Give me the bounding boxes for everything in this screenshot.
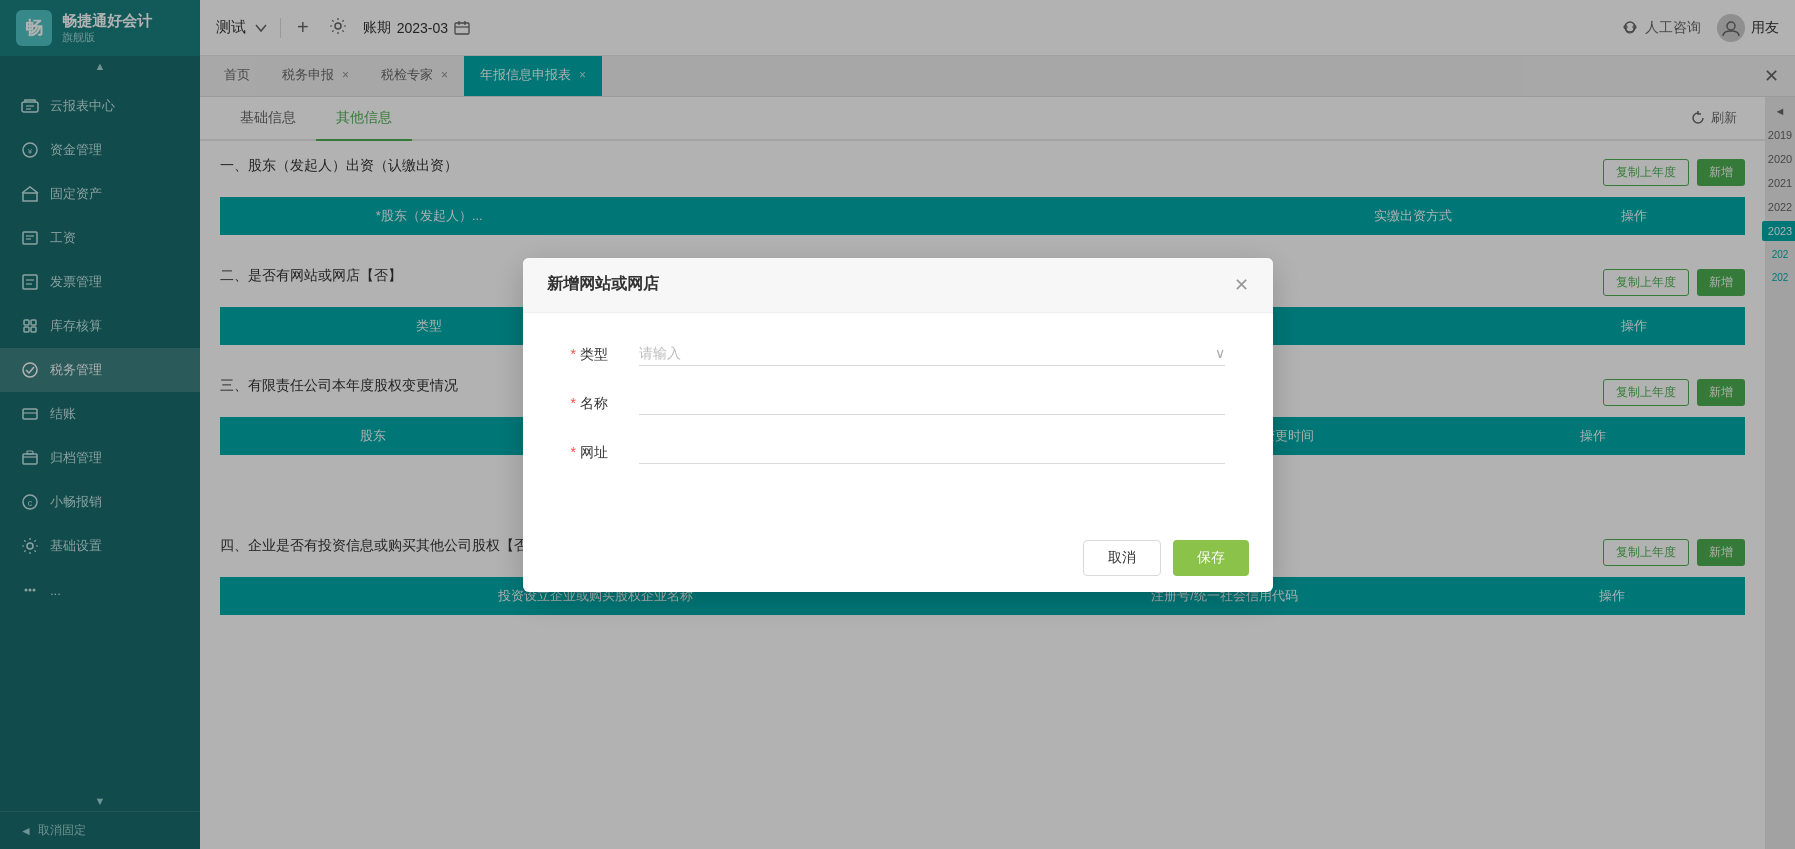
type-label: * 类型 <box>571 346 631 364</box>
form-field-name: * 名称 <box>571 394 1225 415</box>
url-label: * 网址 <box>571 444 631 462</box>
url-required-mark: * <box>571 444 576 460</box>
modal-add-website: 新增网站或网店 ✕ * 类型 ∨ * 名称 <box>523 258 1273 592</box>
modal-footer: 取消 保存 <box>523 524 1273 592</box>
url-input-wrap <box>639 443 1225 464</box>
modal-overlay: 新增网站或网店 ✕ * 类型 ∨ * 名称 <box>0 0 1795 849</box>
modal-title: 新增网站或网店 <box>547 274 659 295</box>
name-required-mark: * <box>571 395 576 411</box>
url-input[interactable] <box>639 443 1225 459</box>
name-label: * 名称 <box>571 395 631 413</box>
type-dropdown-icon[interactable]: ∨ <box>1215 345 1225 361</box>
type-input[interactable] <box>639 345 1215 361</box>
modal-body: * 类型 ∨ * 名称 <box>523 313 1273 524</box>
save-button[interactable]: 保存 <box>1173 540 1249 576</box>
form-field-url: * 网址 <box>571 443 1225 464</box>
cancel-button[interactable]: 取消 <box>1083 540 1161 576</box>
name-input-wrap <box>639 394 1225 415</box>
modal-close-button[interactable]: ✕ <box>1234 274 1249 296</box>
name-input[interactable] <box>639 394 1225 410</box>
type-required-mark: * <box>571 346 576 362</box>
type-input-wrap: ∨ <box>639 345 1225 366</box>
modal-header: 新增网站或网店 ✕ <box>523 258 1273 313</box>
form-field-type: * 类型 ∨ <box>571 345 1225 366</box>
